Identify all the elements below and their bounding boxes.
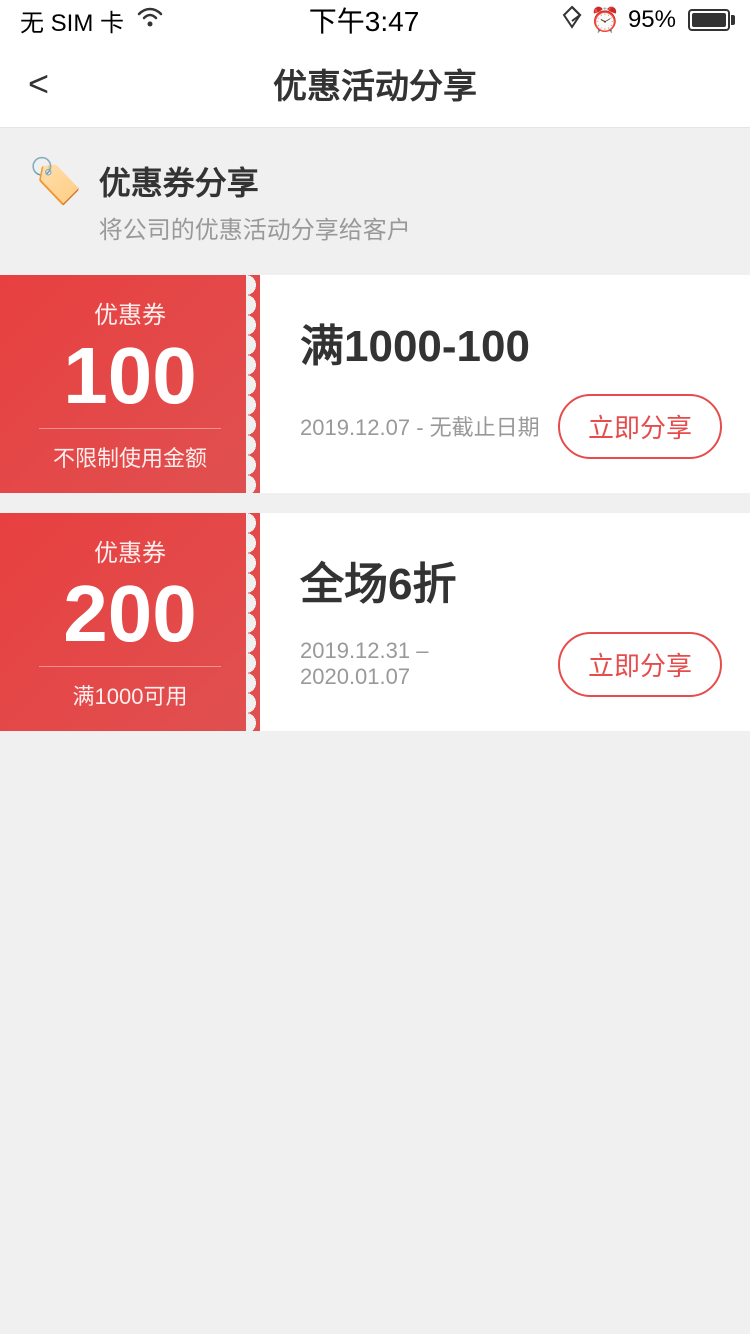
coupon-name-2: 全场6折 (300, 548, 722, 612)
location-icon (562, 5, 582, 36)
alarm-icon: ⏰ (590, 6, 620, 35)
page-title: 优惠活动分享 (273, 59, 477, 108)
section-subtitle: 将公司的优惠活动分享给客户 (99, 210, 411, 245)
status-right: ⏰ 95% (562, 5, 730, 36)
coupon-meta-2: 2019.12.31 – 2020.01.07 立即分享 (300, 632, 722, 697)
carrier-label: 无 SIM 卡 (20, 3, 124, 38)
battery-label: 95% (628, 6, 676, 34)
section-title: 优惠券分享 (99, 158, 411, 204)
coupon-date-2: 2019.12.31 – 2020.01.07 (300, 638, 542, 690)
coupon-date-1: 2019.12.07 - 无截止日期 (300, 410, 542, 442)
status-bar: 无 SIM 卡 下午3:47 ⏰ 95% (0, 0, 750, 40)
coupon-right-1: 满1000-100 2019.12.07 - 无截止日期 立即分享 (260, 275, 750, 493)
status-left: 无 SIM 卡 (20, 3, 166, 38)
coupon-meta-1: 2019.12.07 - 无截止日期 立即分享 (300, 394, 722, 459)
coupon-right-2: 全场6折 2019.12.31 – 2020.01.07 立即分享 (260, 513, 750, 731)
coupon-label-1: 优惠券 (94, 295, 166, 330)
coupon-amount-2: 200 (63, 574, 196, 654)
coupon-condition-2: 满1000可用 (73, 679, 188, 711)
nav-bar: < 优惠活动分享 (0, 40, 750, 128)
coupon-divider-2 (39, 666, 221, 667)
coupon-section-icon: 🏷️ (28, 160, 83, 204)
battery-icon (688, 9, 730, 31)
wifi-icon (134, 5, 166, 36)
share-button-2[interactable]: 立即分享 (558, 632, 722, 697)
coupon-condition-1: 不限制使用金额 (53, 441, 207, 473)
coupon-card-1: 优惠券 100 不限制使用金额 满1000-100 2019.12.07 - 无… (0, 275, 750, 493)
bottom-area (0, 761, 750, 1261)
share-button-1[interactable]: 立即分享 (558, 394, 722, 459)
coupon-left-2: 优惠券 200 满1000可用 (0, 513, 260, 731)
section-text-group: 优惠券分享 将公司的优惠活动分享给客户 (99, 158, 411, 245)
coupon-left-1: 优惠券 100 不限制使用金额 (0, 275, 260, 493)
section-header: 🏷️ 优惠券分享 将公司的优惠活动分享给客户 (0, 128, 750, 265)
coupon-divider-1 (39, 428, 221, 429)
coupon-card-2: 优惠券 200 满1000可用 全场6折 2019.12.31 – 2020.0… (0, 513, 750, 731)
coupon-amount-1: 100 (63, 336, 196, 416)
coupon-label-2: 优惠券 (94, 533, 166, 568)
time-label: 下午3:47 (309, 0, 420, 40)
cards-container: 优惠券 100 不限制使用金额 满1000-100 2019.12.07 - 无… (0, 265, 750, 761)
coupon-name-1: 满1000-100 (300, 310, 722, 374)
back-button[interactable]: < (28, 63, 49, 105)
